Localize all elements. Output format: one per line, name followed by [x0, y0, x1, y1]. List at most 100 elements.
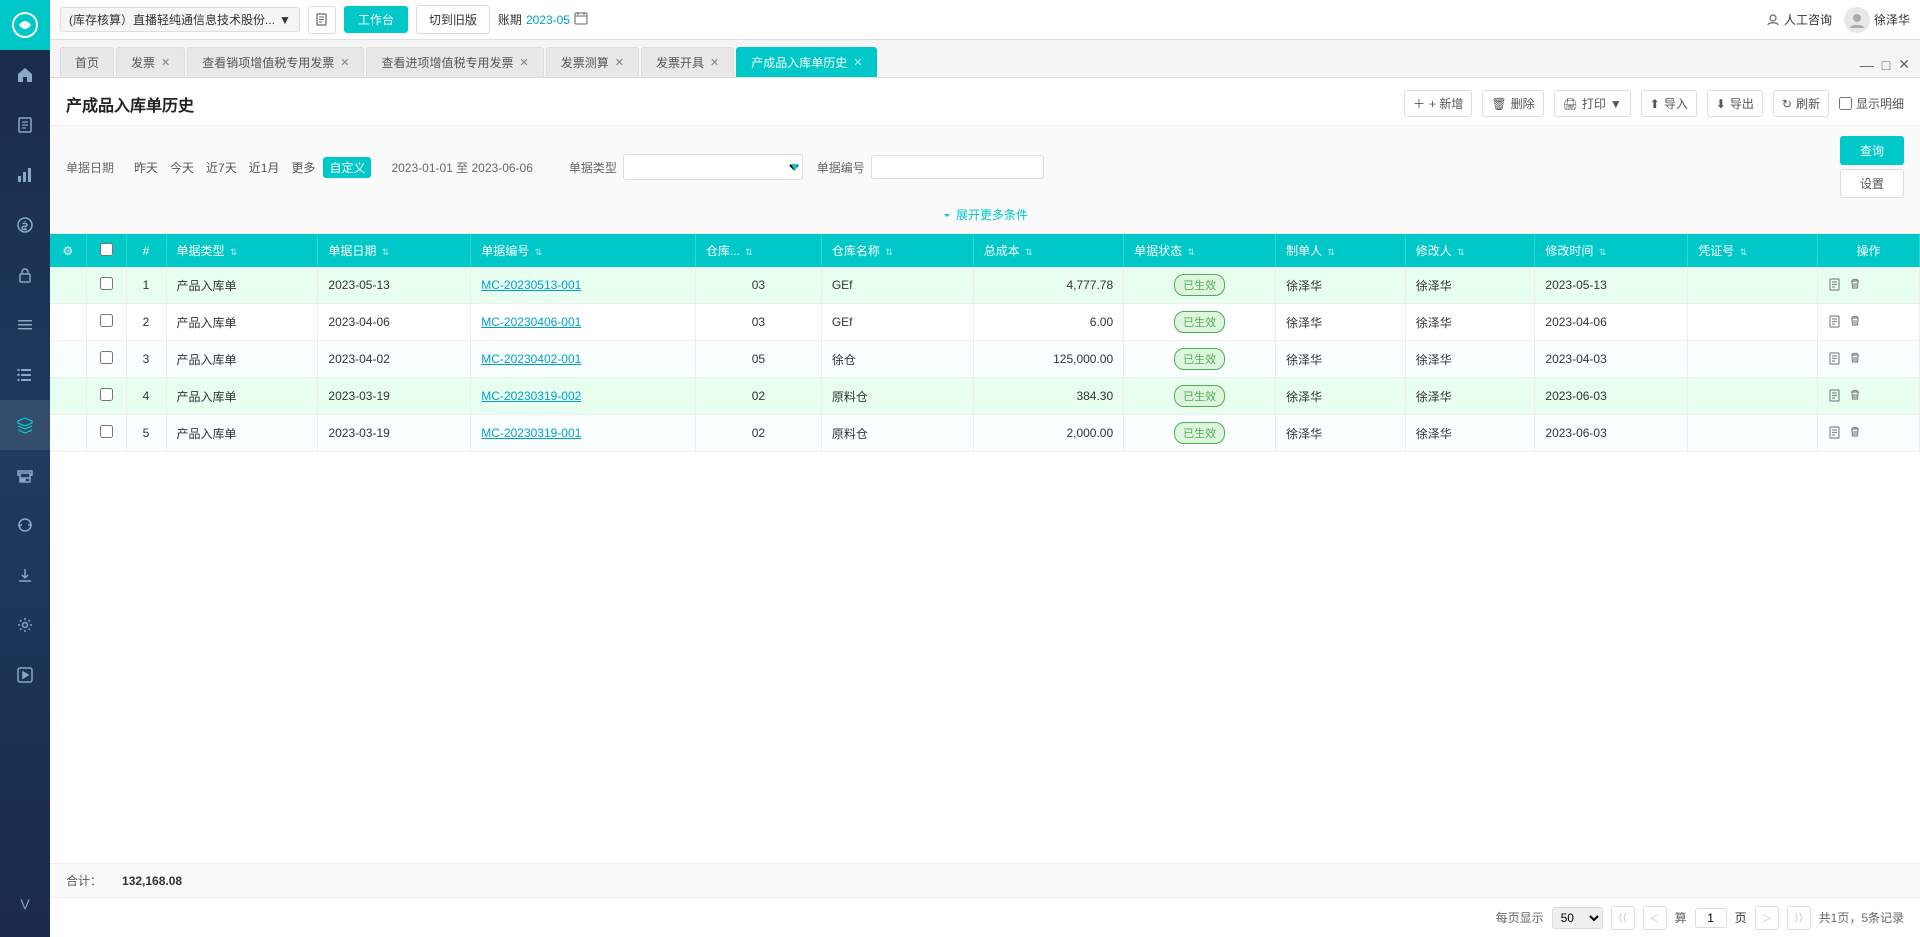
number-input[interactable] [871, 155, 1044, 179]
select-all-checkbox[interactable] [100, 243, 113, 256]
td-checkbox-3[interactable] [86, 378, 126, 415]
page-prev-button[interactable]: ＜ [1643, 906, 1667, 930]
delete-icon-3[interactable] [1848, 388, 1862, 405]
sidebar-item-home[interactable] [0, 50, 50, 100]
tab-home[interactable]: 首页 [60, 47, 114, 77]
tab-product-history-close[interactable]: ✕ [853, 56, 862, 69]
th-date[interactable]: 单据日期 ⇅ [318, 234, 471, 267]
sidebar-item-analytics[interactable] [0, 150, 50, 200]
import-button[interactable]: ⬆ 导入 [1641, 90, 1697, 117]
per-page-select[interactable]: 50 100 200 [1552, 907, 1603, 929]
sidebar-item-inventory[interactable] [0, 400, 50, 450]
display-checkbox[interactable] [1839, 97, 1852, 110]
date-1month[interactable]: 近1月 [245, 157, 284, 178]
tab-product-history[interactable]: 产成品入库单历史 ✕ [736, 47, 877, 77]
new-button[interactable]: ＋ + 新增 [1404, 90, 1472, 117]
td-number-0[interactable]: MC-20230513-001 [471, 267, 696, 304]
sidebar-item-documents[interactable] [0, 100, 50, 150]
date-7days[interactable]: 近7天 [202, 157, 241, 178]
tab-calc-close[interactable]: ✕ [615, 56, 624, 69]
td-checkbox-1[interactable] [86, 304, 126, 341]
date-more[interactable]: 更多 [287, 157, 319, 178]
td-number-1[interactable]: MC-20230406-001 [471, 304, 696, 341]
sidebar-item-sync[interactable] [0, 500, 50, 550]
tab-purchase-invoice[interactable]: 查看进项增值税专用发票 ✕ [366, 47, 543, 77]
window-minimize[interactable]: — [1860, 57, 1874, 73]
edit-icon-0[interactable] [1828, 277, 1842, 294]
edit-icon-2[interactable] [1828, 351, 1842, 368]
sidebar-item-finance[interactable] [0, 200, 50, 250]
delete-icon-4[interactable] [1848, 425, 1862, 442]
window-close[interactable]: ✕ [1898, 56, 1910, 73]
td-number-link-4[interactable]: MC-20230319-001 [481, 426, 581, 440]
workbench-button[interactable]: 工作台 [344, 6, 408, 33]
type-select[interactable] [623, 154, 803, 180]
print-button[interactable]: 🖨 打印 ▼ [1554, 90, 1631, 117]
app-logo[interactable] [0, 0, 50, 50]
th-status[interactable]: 单据状态 ⇅ [1124, 234, 1276, 267]
tab-open-invoice-close[interactable]: ✕ [710, 56, 719, 69]
delete-icon-1[interactable] [1848, 314, 1862, 331]
row-checkbox-0[interactable] [100, 277, 113, 290]
date-today[interactable]: 今天 [166, 157, 198, 178]
sidebar-item-menu[interactable] [0, 300, 50, 350]
delete-icon-2[interactable] [1848, 351, 1862, 368]
row-checkbox-4[interactable] [100, 425, 113, 438]
tab-sales-invoice-close[interactable]: ✕ [340, 56, 349, 69]
td-checkbox-2[interactable] [86, 341, 126, 378]
td-checkbox-0[interactable] [86, 267, 126, 304]
edit-icon-1[interactable] [1828, 314, 1842, 331]
edit-icon-3[interactable] [1828, 388, 1842, 405]
date-custom[interactable]: 自定义 [323, 157, 371, 178]
ai-assistant-button[interactable]: 人工咨询 [1766, 11, 1832, 28]
sidebar-item-download[interactable] [0, 550, 50, 600]
sidebar-item-version[interactable]: V [0, 879, 50, 929]
th-warehouse-code[interactable]: 仓库... ⇅ [695, 234, 821, 267]
set-button[interactable]: 设置 [1840, 169, 1904, 198]
tab-invoice-close[interactable]: ✕ [161, 56, 170, 69]
delete-icon-0[interactable] [1848, 277, 1862, 294]
sidebar-item-list[interactable] [0, 350, 50, 400]
row-checkbox-2[interactable] [100, 351, 113, 364]
export-button[interactable]: ⬇ 导出 [1707, 90, 1763, 117]
sidebar-item-play[interactable] [0, 650, 50, 700]
td-number-link-2[interactable]: MC-20230402-001 [481, 352, 581, 366]
row-checkbox-1[interactable] [100, 314, 113, 327]
tab-calc[interactable]: 发票测算 ✕ [546, 47, 639, 77]
td-number-2[interactable]: MC-20230402-001 [471, 341, 696, 378]
edit-icon-4[interactable] [1828, 425, 1842, 442]
th-creator[interactable]: 制单人 ⇅ [1276, 234, 1406, 267]
company-selector[interactable]: (库存核算）直播轻纯通信息技术股份... ▼ [60, 7, 300, 32]
tab-sales-invoice[interactable]: 查看销项增值税专用发票 ✕ [187, 47, 364, 77]
page-next-button[interactable]: ＞ [1755, 906, 1779, 930]
user-menu[interactable]: 徐泽华 [1844, 7, 1910, 33]
td-number-link-3[interactable]: MC-20230319-002 [481, 389, 581, 403]
delete-button[interactable]: 🗑 删除 [1482, 90, 1543, 117]
th-voucher[interactable]: 凭证号 ⇅ [1688, 234, 1818, 267]
calendar-icon[interactable] [574, 11, 588, 28]
td-number-link-0[interactable]: MC-20230513-001 [481, 278, 581, 292]
refresh-button[interactable]: ↻ 刷新 [1773, 90, 1829, 117]
page-last-button[interactable]: ⟩⟩ [1787, 906, 1811, 930]
td-number-4[interactable]: MC-20230319-001 [471, 415, 696, 452]
tab-open-invoice[interactable]: 发票开具 ✕ [641, 47, 734, 77]
page-number-input[interactable] [1695, 908, 1727, 928]
sidebar-item-lock[interactable] [0, 250, 50, 300]
th-type[interactable]: 单据类型 ⇅ [166, 234, 318, 267]
sidebar-item-print[interactable] [0, 450, 50, 500]
sidebar-item-settings[interactable] [0, 600, 50, 650]
tab-invoice[interactable]: 发票 ✕ [116, 47, 185, 77]
th-warehouse-name[interactable]: 仓库名称 ⇅ [821, 234, 973, 267]
th-modifier[interactable]: 修改人 ⇅ [1405, 234, 1535, 267]
th-number[interactable]: 单据编号 ⇅ [471, 234, 696, 267]
th-settings[interactable]: ⚙ [50, 234, 86, 267]
page-first-button[interactable]: ⟨⟨ [1611, 906, 1635, 930]
date-yesterday[interactable]: 昨天 [130, 157, 162, 178]
th-checkbox[interactable] [86, 234, 126, 267]
doc-icon-button[interactable] [308, 6, 336, 34]
tab-purchase-invoice-close[interactable]: ✕ [520, 56, 529, 69]
window-maximize[interactable]: □ [1882, 57, 1890, 73]
td-number-3[interactable]: MC-20230319-002 [471, 378, 696, 415]
row-checkbox-3[interactable] [100, 388, 113, 401]
expand-button[interactable]: 展开更多条件 [66, 206, 1904, 223]
